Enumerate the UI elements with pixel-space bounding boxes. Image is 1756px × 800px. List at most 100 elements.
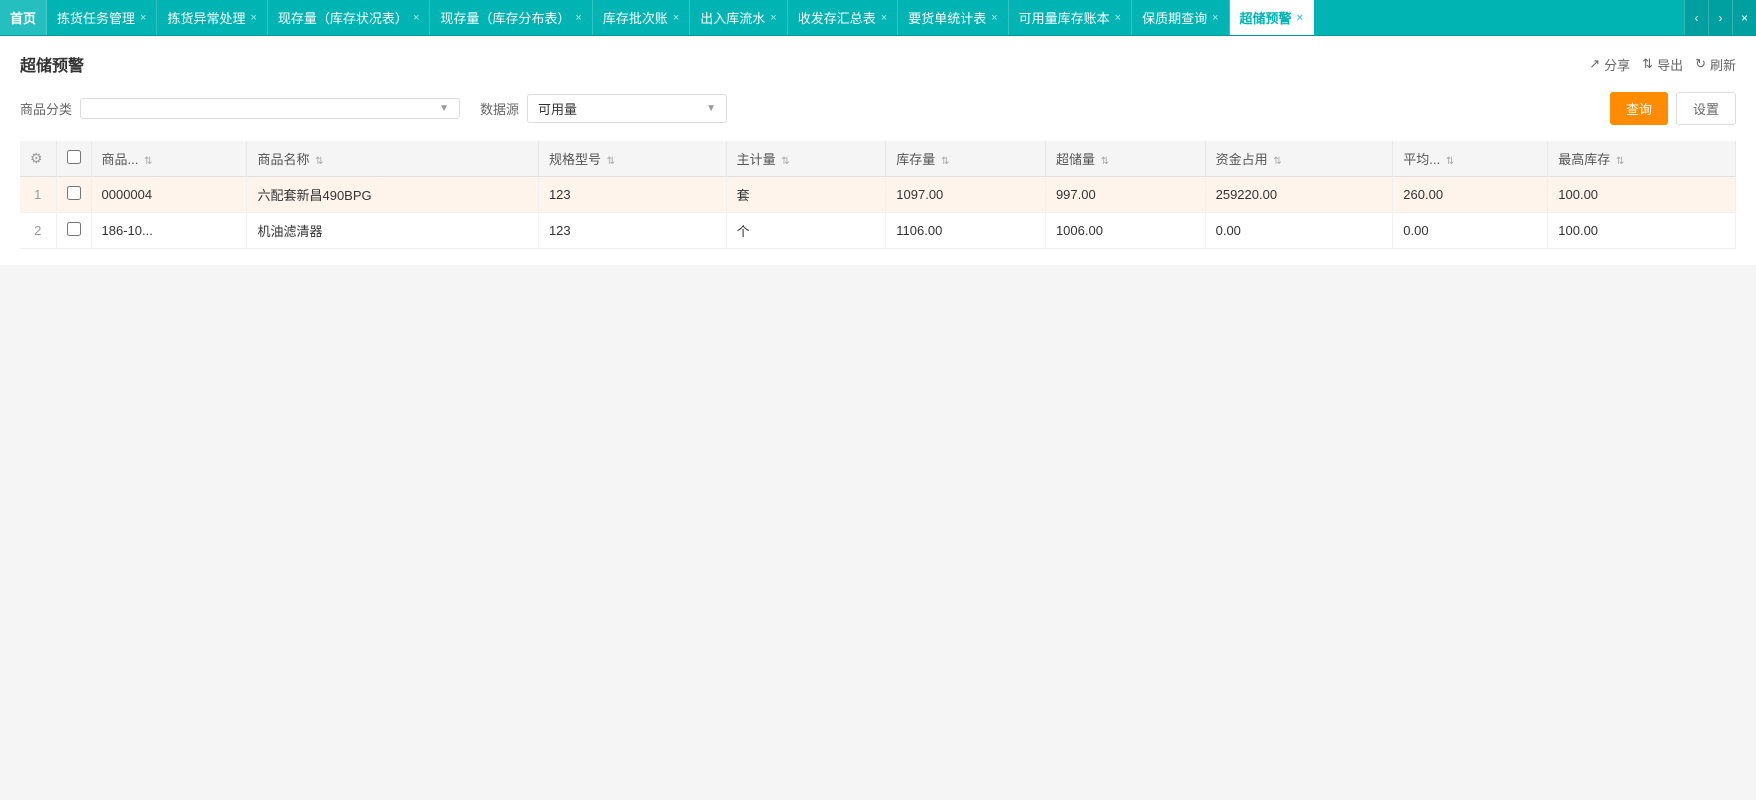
col-unit-label: 主计量 [737, 152, 776, 167]
product-category-label: 商品分类 [20, 99, 72, 118]
cell-product-name: 机油滤清器 [247, 213, 538, 249]
col-max-stock-label: 最高库存 [1558, 152, 1610, 167]
cell-spec: 123 [538, 213, 726, 249]
nav-more-button[interactable]: × [1732, 0, 1756, 36]
cell-capital: 259220.00 [1205, 177, 1393, 213]
refresh-button[interactable]: ↻ 刷新 [1695, 55, 1736, 74]
data-source-filter: 数据源 可用量 ▼ [480, 94, 727, 123]
nav-prev-button[interactable]: ‹ [1684, 0, 1708, 36]
cell-unit: 个 [726, 213, 886, 249]
nav-tab-3[interactable]: 现存量（库存状况表） × [268, 0, 430, 36]
nav-next-button[interactable]: › [1708, 0, 1732, 36]
sort-icon[interactable]: ⇅ [607, 156, 615, 167]
nav-tab-8[interactable]: 要货单统计表 × [898, 0, 1008, 36]
nav-tab-label: 库存批次账 [603, 8, 668, 27]
close-icon[interactable]: × [1115, 12, 1121, 24]
cell-stock: 1106.00 [886, 213, 1046, 249]
product-category-select[interactable]: ▼ [80, 98, 460, 119]
nav-tab-10[interactable]: 保质期查询 × [1132, 0, 1229, 36]
share-button[interactable]: ↗ 分享 [1589, 55, 1630, 74]
nav-tab-label: 首页 [10, 8, 36, 27]
close-icon[interactable]: × [250, 12, 256, 24]
nav-tab-label: 现存量（库存状况表） [278, 8, 408, 27]
select-all-checkbox[interactable] [67, 150, 81, 164]
sort-icon[interactable]: ⇅ [1101, 156, 1109, 167]
close-icon[interactable]: × [1297, 12, 1303, 24]
sort-icon[interactable]: ⇅ [315, 156, 323, 167]
nav-tab-label: 收发存汇总表 [798, 8, 876, 27]
nav-tab-label: 要货单统计表 [908, 8, 986, 27]
nav-tab-label: 现存量（库存分布表） [440, 8, 570, 27]
refresh-icon: ↻ [1695, 56, 1706, 72]
export-button[interactable]: ⇅ 导出 [1642, 55, 1683, 74]
nav-tab-2[interactable]: 拣货异常处理 × [157, 0, 267, 36]
row-checkbox-cell [56, 213, 91, 249]
product-category-filter: 商品分类 ▼ [20, 98, 460, 119]
nav-tab-1[interactable]: 拣货任务管理 × [47, 0, 157, 36]
col-checkbox [56, 141, 91, 177]
nav-tab-4[interactable]: 现存量（库存分布表） × [430, 0, 592, 36]
col-product-code: 商品... ⇅ [91, 141, 247, 177]
main-content: 超储预警 ↗ 分享 ⇅ 导出 ↻ 刷新 商品分类 ▼ 数据源 [0, 36, 1756, 265]
sort-icon[interactable]: ⇅ [1446, 156, 1454, 167]
col-avg: 平均... ⇅ [1393, 141, 1548, 177]
data-source-select[interactable]: 可用量 ▼ [527, 94, 727, 123]
close-icon[interactable]: × [140, 12, 146, 24]
cell-stock: 1097.00 [886, 177, 1046, 213]
col-spec: 规格型号 ⇅ [538, 141, 726, 177]
cell-unit: 套 [726, 177, 886, 213]
nav-tab-7[interactable]: 收发存汇总表 × [788, 0, 898, 36]
close-icon[interactable]: × [673, 12, 679, 24]
data-source-label: 数据源 [480, 99, 519, 118]
nav-tab-6[interactable]: 出入库流水 × [690, 0, 787, 36]
row-checkbox-cell [56, 177, 91, 213]
cell-avg: 0.00 [1393, 213, 1548, 249]
close-icon[interactable]: × [1212, 12, 1218, 24]
table-row: 2 186-10... 机油滤清器 123 个 1106.00 1006.00 … [20, 213, 1736, 249]
close-icon[interactable]: × [413, 12, 419, 24]
sort-icon[interactable]: ⇅ [781, 156, 789, 167]
row-num: 1 [20, 177, 56, 213]
cell-product-name: 六配套新昌490BPG [247, 177, 538, 213]
nav-tab-label: 可用量库存账本 [1019, 8, 1110, 27]
close-icon[interactable]: × [991, 12, 997, 24]
cell-max-stock: 100.00 [1548, 177, 1736, 213]
col-capital-label: 资金占用 [1216, 152, 1268, 167]
top-navigation: 首页 拣货任务管理 × 拣货异常处理 × 现存量（库存状况表） × 现存量（库存… [0, 0, 1756, 36]
chevron-down-icon: ▼ [439, 103, 449, 114]
export-icon: ⇅ [1642, 56, 1653, 72]
col-capital: 资金占用 ⇅ [1205, 141, 1393, 177]
col-spec-label: 规格型号 [549, 152, 601, 167]
col-stock-label: 库存量 [896, 152, 935, 167]
chevron-down-icon: ▼ [706, 103, 716, 114]
filter-row: 商品分类 ▼ 数据源 可用量 ▼ 查询 设置 [20, 92, 1736, 125]
col-product-code-label: 商品... [102, 152, 139, 167]
export-label: 导出 [1657, 55, 1683, 74]
row-checkbox[interactable] [67, 186, 81, 200]
col-settings: ⚙ [20, 141, 56, 177]
cell-product-code: 0000004 [91, 177, 247, 213]
data-source-value: 可用量 [538, 99, 577, 118]
sort-icon[interactable]: ⇅ [1616, 156, 1624, 167]
nav-tab-5[interactable]: 库存批次账 × [593, 0, 690, 36]
settings-button[interactable]: 设置 [1676, 92, 1736, 125]
close-icon[interactable]: × [575, 12, 581, 24]
nav-tab-label: 拣货任务管理 [57, 8, 135, 27]
query-button[interactable]: 查询 [1610, 92, 1668, 125]
share-label: 分享 [1604, 55, 1630, 74]
nav-tab-label: 保质期查询 [1142, 8, 1207, 27]
row-checkbox[interactable] [67, 222, 81, 236]
data-table: ⚙ 商品... ⇅ 商品名称 ⇅ 规格型号 ⇅ 主计量 [20, 141, 1736, 249]
nav-tab-home[interactable]: 首页 [0, 0, 47, 36]
nav-tab-9[interactable]: 可用量库存账本 × [1009, 0, 1132, 36]
sort-icon[interactable]: ⇅ [941, 156, 949, 167]
col-overstock: 超储量 ⇅ [1045, 141, 1205, 177]
nav-tab-11[interactable]: 超储预警 × [1230, 0, 1314, 36]
close-icon[interactable]: × [770, 12, 776, 24]
sort-icon[interactable]: ⇅ [1273, 156, 1281, 167]
cell-overstock: 1006.00 [1045, 213, 1205, 249]
close-icon[interactable]: × [881, 12, 887, 24]
sort-icon[interactable]: ⇅ [144, 156, 152, 167]
settings-gear-icon[interactable]: ⚙ [30, 150, 43, 166]
cell-capital: 0.00 [1205, 213, 1393, 249]
